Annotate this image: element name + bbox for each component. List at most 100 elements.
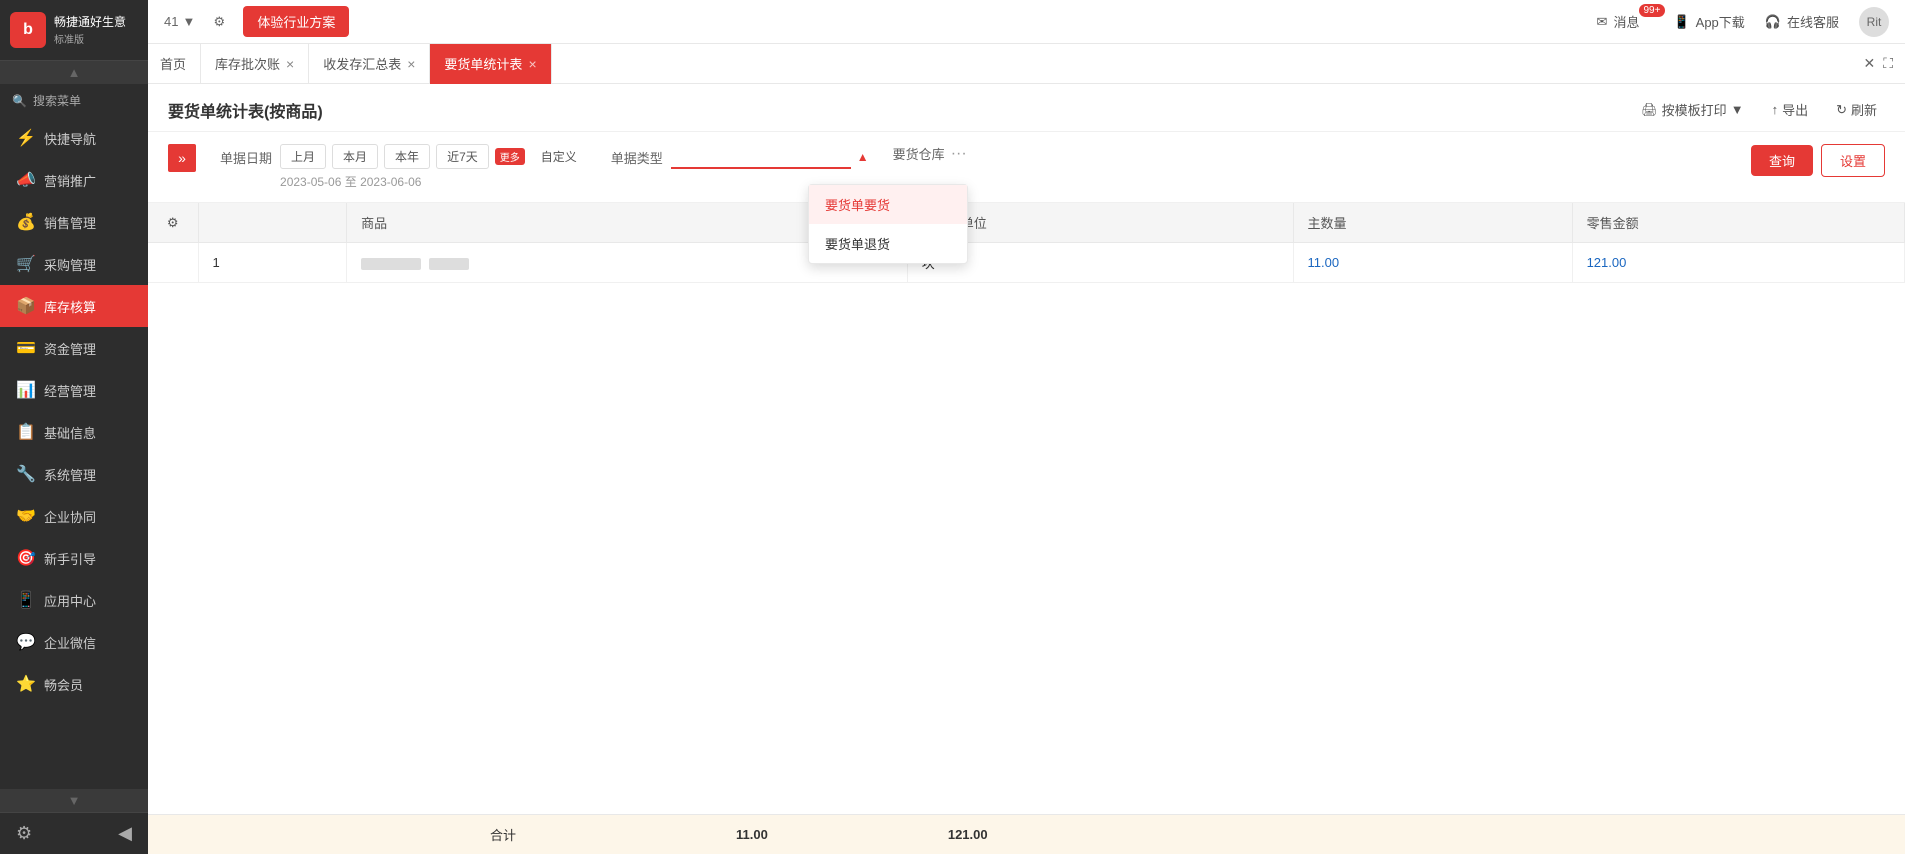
collapse-icon[interactable]: ◀ — [118, 823, 132, 844]
logo-icon: b — [10, 12, 46, 48]
sidebar-item-inventory[interactable]: 📦 库存核算 — [0, 285, 148, 327]
sidebar-scroll-down[interactable]: ▼ — [0, 789, 148, 812]
sidebar-logo: b 畅捷通好生意 标准版 — [0, 0, 148, 61]
filter-bar: » 单据日期 上月 本月 本年 近7天 更多 自定义 2023-05-06 至 … — [148, 132, 1905, 203]
print-icon: 🖨 — [1641, 102, 1658, 118]
sidebar-nav: ⚡ 快捷导航 📣 营销推广 💰 销售管理 🛒 采购管理 📦 库存核算 💳 资金管… — [0, 117, 148, 789]
sidebar-item-label: 应用中心 — [44, 591, 96, 610]
dropdown-option-1[interactable]: 要货单退货 — [809, 224, 967, 263]
sidebar-item-finance[interactable]: 💳 资金管理 — [0, 327, 148, 369]
sidebar-item-marketing[interactable]: 📣 营销推广 — [0, 159, 148, 201]
tab-fullscreen-icon[interactable]: ⛶ — [1883, 55, 1893, 72]
nav-breadcrumb[interactable]: 41 ▼ — [164, 14, 195, 29]
sidebar-item-cooperation[interactable]: 🤝 企业协同 — [0, 495, 148, 537]
message-count: 99+ — [1639, 4, 1666, 17]
message-btn[interactable]: ✉ 消息 99+ — [1597, 12, 1654, 31]
this-year-btn[interactable]: 本年 — [384, 144, 430, 169]
col-qty-header: 主数量 — [1293, 203, 1572, 243]
type-filter-input[interactable] — [671, 144, 851, 169]
date-range-display: 2023-05-06 至 2023-06-06 — [280, 173, 421, 190]
query-btn[interactable]: 查询 — [1751, 145, 1813, 176]
table-wrap: ⚙ 商品 主计量单位 主数量 零售金额 1 — [148, 203, 1905, 283]
sidebar-item-app-center[interactable]: 📱 应用中心 — [0, 579, 148, 621]
sidebar-item-vip[interactable]: ⭐ 畅会员 — [0, 663, 148, 705]
sidebar-item-label: 畅会员 — [44, 675, 83, 694]
sidebar-item-guide[interactable]: 🎯 新手引导 — [0, 537, 148, 579]
sidebar-scroll-up[interactable]: ▲ — [0, 61, 148, 84]
tab-close-batch[interactable]: × — [286, 56, 294, 72]
sidebar-item-purchase[interactable]: 🛒 采购管理 — [0, 243, 148, 285]
sidebar-search[interactable]: 🔍 搜索菜单 — [0, 84, 148, 117]
tab-batch-account-label: 库存批次账 — [215, 54, 280, 73]
search-icon: 🔍 — [12, 94, 27, 108]
sidebar-item-quick-nav[interactable]: ⚡ 快捷导航 — [0, 117, 148, 159]
warehouse-more-btn[interactable]: ··· — [951, 145, 967, 163]
sidebar-item-label: 企业协同 — [44, 507, 96, 526]
refresh-label: 刷新 — [1851, 100, 1877, 119]
filter-settings-btn[interactable]: 设置 — [1821, 144, 1885, 177]
headset-icon: 🎧 — [1765, 14, 1781, 30]
trial-btn[interactable]: 体验行业方案 — [243, 6, 349, 37]
tab-home-label: 首页 — [160, 54, 186, 73]
more-badge[interactable]: 更多 — [495, 148, 525, 165]
online-service-label: 在线客服 — [1787, 12, 1839, 31]
tab-receivable-summary[interactable]: 收发存汇总表 × — [309, 44, 430, 84]
sidebar-item-operations[interactable]: 📊 经营管理 — [0, 369, 148, 411]
logo-text: 畅捷通好生意 — [54, 14, 126, 31]
type-dropdown-arrow[interactable]: ▲ — [857, 150, 869, 164]
sidebar-item-label: 采购管理 — [44, 255, 96, 274]
table-footer: 合计 11.00 121.00 — [148, 814, 1905, 854]
tab-maximize-icon[interactable]: ✕ — [1863, 55, 1875, 72]
tab-receivable-label: 收发存汇总表 — [323, 54, 401, 73]
vip-icon: ⭐ — [16, 674, 34, 694]
main-area: 41 ▼ ⚙ 体验行业方案 ✉ 消息 99+ 📱 App下载 🎧 在线客服 Ri… — [148, 0, 1905, 854]
sidebar-item-label: 基础信息 — [44, 423, 96, 442]
last-7-days-btn[interactable]: 近7天 — [436, 144, 489, 169]
sidebar-item-basic-info[interactable]: 📋 基础信息 — [0, 411, 148, 453]
sidebar-item-label: 资金管理 — [44, 339, 96, 358]
sidebar: b 畅捷通好生意 标准版 ▲ 🔍 搜索菜单 ⚡ 快捷导航 📣 营销推广 💰 销售… — [0, 0, 148, 854]
app-download-btn[interactable]: 📱 App下载 — [1673, 12, 1744, 31]
tab-order-stats[interactable]: 要货单统计表 × — [430, 44, 551, 84]
filter-expand-btn[interactable]: » — [168, 144, 196, 172]
sidebar-item-label: 经营管理 — [44, 381, 96, 400]
app-center-icon: 📱 — [16, 590, 34, 610]
tab-home[interactable]: 首页 — [160, 44, 201, 84]
this-month-btn[interactable]: 本月 — [332, 144, 378, 169]
print-template-btn[interactable]: 🖨 按模板打印 ▼ — [1633, 96, 1751, 123]
user-avatar[interactable]: Rit — [1859, 7, 1889, 37]
tabs-bar: 首页 库存批次账 × 收发存汇总表 × 要货单统计表 × ✕ ⛶ — [148, 44, 1905, 84]
export-icon: ↑ — [1772, 102, 1779, 117]
export-btn[interactable]: ↑ 导出 — [1764, 96, 1817, 123]
purchase-icon: 🛒 — [16, 254, 34, 274]
wechat-icon: 💬 — [16, 632, 34, 652]
tab-close-receivable[interactable]: × — [407, 56, 415, 72]
refresh-btn[interactable]: ↻ 刷新 — [1828, 96, 1885, 123]
tab-order-stats-label: 要货单统计表 — [444, 54, 522, 73]
sidebar-item-wechat[interactable]: 💬 企业微信 — [0, 621, 148, 663]
gear-button[interactable]: ⚙ — [205, 8, 233, 36]
settings-icon[interactable]: ⚙ — [16, 823, 32, 844]
nav-number: 41 — [164, 14, 178, 29]
dropdown-option-0[interactable]: 要货单要货 — [809, 185, 967, 224]
page-header: 要货单统计表(按商品) 🖨 按模板打印 ▼ ↑ 导出 ↻ 刷新 — [148, 84, 1905, 132]
table-row: 1 块 11.00 121.00 — [148, 243, 1905, 283]
tab-batch-account[interactable]: 库存批次账 × — [201, 44, 309, 84]
operations-icon: 📊 — [16, 380, 34, 400]
quick-nav-icon: ⚡ — [16, 128, 34, 148]
sidebar-item-system[interactable]: 🔧 系统管理 — [0, 453, 148, 495]
sidebar-bottom: ⚙ ◀ — [0, 812, 148, 854]
online-service-btn[interactable]: 🎧 在线客服 — [1765, 12, 1839, 31]
sales-icon: 💰 — [16, 212, 34, 232]
last-month-btn[interactable]: 上月 — [280, 144, 326, 169]
print-label: 按模板打印 — [1662, 100, 1727, 119]
qty-link[interactable]: 11.00 — [1308, 255, 1340, 270]
amount-link[interactable]: 121.00 — [1587, 255, 1627, 270]
col-settings-header[interactable]: ⚙ — [148, 203, 198, 243]
footer-qty: 11.00 — [736, 827, 768, 842]
date-filter-label: 单据日期 — [220, 144, 272, 167]
custom-date-btn[interactable]: 自定义 — [531, 145, 587, 168]
tab-close-order-stats[interactable]: × — [528, 56, 536, 72]
row-qty: 11.00 — [1293, 243, 1572, 283]
sidebar-item-sales[interactable]: 💰 销售管理 — [0, 201, 148, 243]
